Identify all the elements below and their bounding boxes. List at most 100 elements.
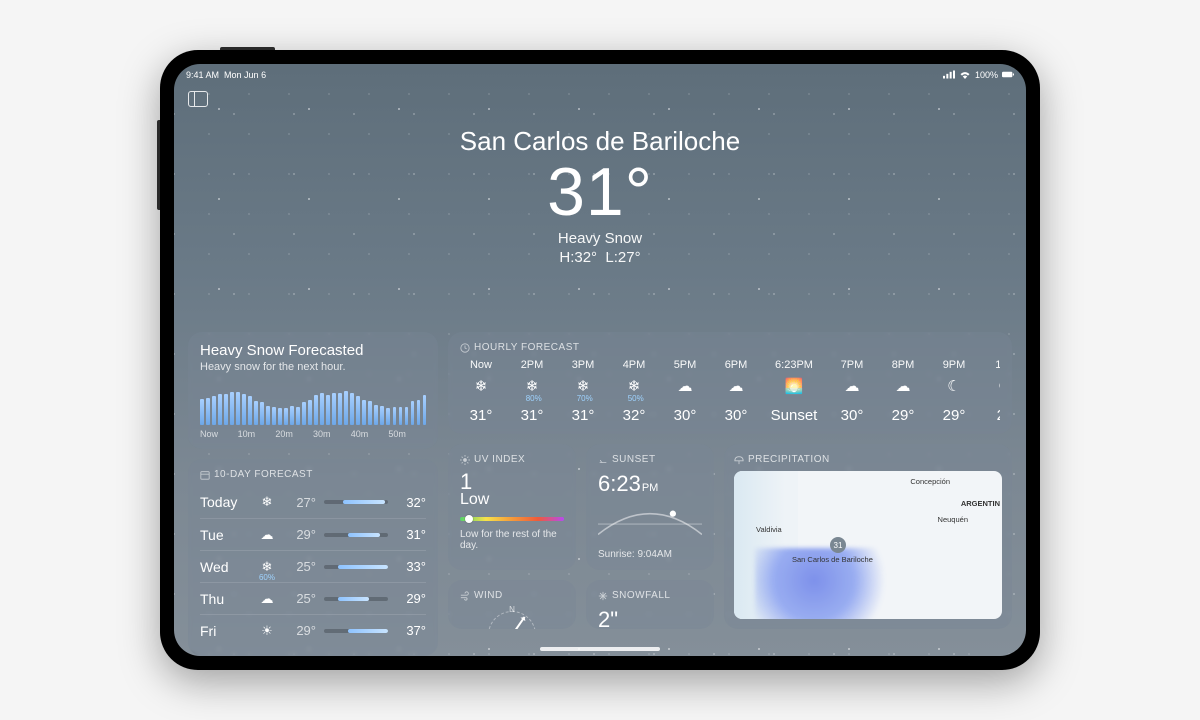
hour-time: 6PM — [725, 359, 748, 371]
wind-value: 5 — [508, 628, 515, 630]
label-argentina: ARGENTIN — [961, 499, 1000, 508]
hour-time: 2PM — [521, 359, 544, 371]
hourly-card[interactable]: Hourly Forecast Now ❄︎ 31°2PM ❄︎80% 31°3… — [448, 332, 1012, 434]
tenday-range-bar — [324, 533, 388, 537]
tenday-rows: Today ❄︎ 27° 32°Tue ☁︎ 29° 31°Wed ❄︎60% … — [200, 486, 426, 646]
hour-item[interactable]: 5PM ☁︎ 30° — [664, 359, 706, 424]
city-concepcion: Concepción — [910, 477, 950, 486]
nowcast-bars — [200, 383, 426, 425]
hour-item[interactable]: 7PM ☁︎ 30° — [831, 359, 873, 424]
hour-value: 31° — [470, 407, 493, 424]
uv-level: Low — [460, 491, 564, 509]
hour-time: Now — [470, 359, 492, 371]
wifi-icon — [959, 70, 971, 79]
sunrise-note: Sunrise: 9:04AM — [598, 549, 702, 560]
tenday-row[interactable]: Today ❄︎ 27° 32° — [200, 486, 426, 518]
tenday-row[interactable]: Tue ☁︎ 29° 31° — [200, 518, 426, 550]
home-indicator[interactable] — [540, 647, 660, 651]
snowfall-card[interactable]: Snowfall 2" in last 6h — [586, 580, 714, 629]
hour-time: 8PM — [892, 359, 915, 371]
uv-card[interactable]: UV Index 1 Low Low for the rest of the d… — [448, 444, 576, 570]
screen: 9:41 AM Mon Jun 6 100% San Carlos de Bar… — [174, 64, 1026, 656]
hourly-scroll[interactable]: Now ❄︎ 31°2PM ❄︎80% 31°3PM ❄︎70% 31°4PM … — [460, 359, 1000, 424]
tenday-day: Wed — [200, 559, 248, 575]
tenday-card[interactable]: 10-Day Forecast Today ❄︎ 27° 32°Tue ☁︎ 2… — [188, 459, 438, 656]
uv-value: 1 — [460, 471, 564, 493]
uv-note: Low for the rest of the day. — [460, 529, 564, 551]
hour-item[interactable]: 8PM ☁︎ 29° — [882, 359, 924, 424]
nowcast-tick: 30m — [313, 429, 351, 439]
hour-item[interactable]: Now ❄︎ 31° — [460, 359, 502, 424]
tenday-row[interactable]: Thu ☁︎ 25° 29° — [200, 582, 426, 614]
tenday-lo: 29° — [286, 527, 316, 542]
uv-scale — [460, 517, 564, 521]
snowfall-title: Snowfall — [598, 590, 702, 601]
city-neuquen: Neuquén — [938, 515, 968, 524]
hour-value: 31° — [521, 407, 544, 424]
sunset-time: 6:23PM — [598, 471, 702, 497]
wind-compass: N S E W 5 — [484, 607, 540, 629]
ipad-frame: 9:41 AM Mon Jun 6 100% San Carlos de Bar… — [160, 50, 1040, 670]
hour-item[interactable]: 4PM ❄︎50% 32° — [613, 359, 655, 424]
hour-icon-snow: ❄︎50% — [628, 377, 641, 395]
hour-icon-clear-night: ☾ — [998, 377, 1000, 395]
tenday-lo: 29° — [286, 623, 316, 638]
hour-item[interactable]: 9PM ☾ 29° — [933, 359, 975, 424]
hour-value: 30° — [841, 407, 864, 424]
tenday-hi: 37° — [396, 623, 426, 638]
topbar — [174, 82, 1026, 116]
hour-icon-clear-night: ☾ — [947, 377, 960, 395]
tenday-range-bar — [324, 565, 388, 569]
sunset-title: Sunset — [598, 454, 702, 465]
clock-icon — [460, 343, 470, 353]
sunset-card[interactable]: Sunset 6:23PM Sunrise: 9:04AM — [586, 444, 714, 570]
sun-curve — [598, 501, 702, 543]
hour-item[interactable]: 6:23PM 🌅 Sunset — [766, 359, 822, 424]
hour-time: 6:23PM — [775, 359, 813, 371]
hour-value: 29° — [943, 407, 966, 424]
hour-value: 32° — [623, 407, 646, 424]
tenday-icon-cloud: ☁︎ — [256, 591, 278, 607]
sidebar-toggle-icon[interactable] — [188, 91, 208, 107]
tenday-range-bar — [324, 597, 388, 601]
hour-time: 7PM — [841, 359, 864, 371]
hour-value: 31° — [572, 407, 595, 424]
hi-lo: H:32° L:27° — [174, 249, 1026, 266]
current-temp: 31° — [174, 157, 1026, 228]
hour-item[interactable]: 6PM ☁︎ 30° — [715, 359, 757, 424]
left-column: Heavy Snow Forecasted Heavy snow for the… — [188, 332, 438, 656]
tenday-row[interactable]: Wed ❄︎60% 25° 33° — [200, 550, 426, 582]
tenday-icon-snow: ❄︎60% — [256, 559, 278, 575]
location-name: San Carlos de Bariloche — [174, 126, 1026, 157]
hour-item[interactable]: 3PM ❄︎70% 31° — [562, 359, 604, 424]
nowcast-headline: Heavy Snow Forecasted — [200, 342, 426, 359]
precipitation-card[interactable]: Precipitation Concepción ARGENTIN Neuqué… — [724, 444, 1012, 629]
snowfall-value: 2" — [598, 607, 702, 629]
nowcast-card[interactable]: Heavy Snow Forecasted Heavy snow for the… — [188, 332, 438, 449]
status-time: 9:41 AM — [186, 70, 219, 80]
tenday-lo: 25° — [286, 559, 316, 574]
hour-icon-cloud: ☁︎ — [729, 377, 744, 395]
tenday-lo: 25° — [286, 591, 316, 606]
hour-icon-snow: ❄︎ — [475, 377, 488, 395]
hour-time: 5PM — [674, 359, 697, 371]
nowcast-tick: 40m — [351, 429, 389, 439]
tenday-range-bar — [324, 629, 388, 633]
hour-time: 9PM — [943, 359, 966, 371]
calendar-icon — [200, 470, 210, 480]
precip-map[interactable]: Concepción ARGENTIN Neuquén Valdivia 31 … — [734, 471, 1002, 619]
hour-item[interactable]: 10P ☾ 29 — [984, 359, 1000, 424]
lo-temp: L:27° — [605, 249, 640, 266]
status-right: 100% — [943, 70, 1014, 80]
wind-card[interactable]: Wind N S E W 5 — [448, 580, 576, 629]
hour-item[interactable]: 2PM ❄︎80% 31° — [511, 359, 553, 424]
snowflake-icon — [598, 591, 608, 601]
current-condition: Heavy Snow — [174, 230, 1026, 247]
hour-value: Sunset — [771, 407, 818, 424]
tenday-title: 10-Day Forecast — [200, 469, 426, 480]
hour-value: 30° — [725, 407, 748, 424]
hour-icon-cloud: ☁︎ — [678, 377, 693, 395]
status-left: 9:41 AM Mon Jun 6 — [186, 70, 266, 80]
signal-icon — [943, 70, 955, 79]
tenday-row[interactable]: Fri ☀︎ 29° 37° — [200, 614, 426, 646]
